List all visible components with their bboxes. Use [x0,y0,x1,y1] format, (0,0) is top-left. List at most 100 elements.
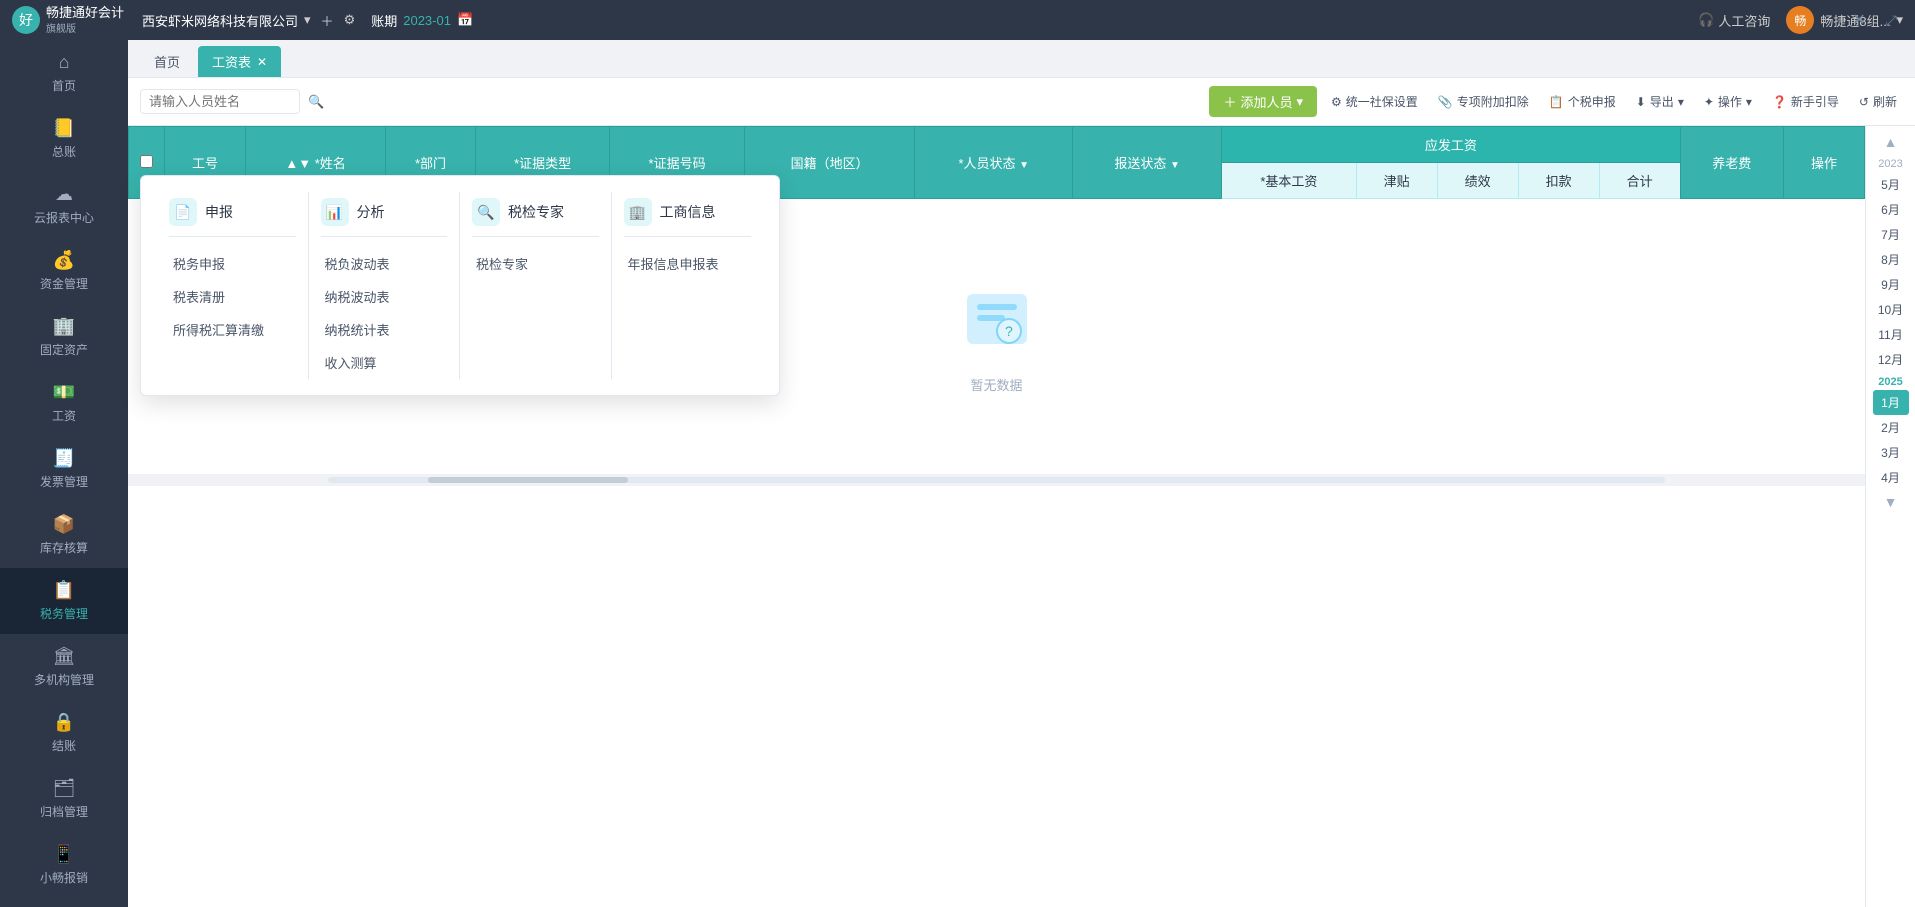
timeline-month-2023-12[interactable]: 12月 [1873,347,1909,372]
col-pension: 养老费 [1680,127,1783,199]
service-btn[interactable]: 🎧 人工咨询 [1698,11,1770,30]
tab-close-icon[interactable]: ✕ [257,55,267,69]
menu-item-income-calc[interactable]: 收入测算 [321,346,448,379]
sidebar-item-fixed-assets[interactable]: 🏢 固定资产 [0,304,128,370]
menu-item-tax-stats[interactable]: 纳税统计表 [321,313,448,346]
sidebar-item-home[interactable]: ⌂ 首页 [0,40,128,106]
timeline-panel: ▲ 2023 5月 6月 7月 8月 9月 10月 11月 12月 2025 1… [1865,126,1915,907]
menu-item-tax-declare[interactable]: 税务申报 [169,247,296,280]
timeline-month-2023-6[interactable]: 6月 [1873,197,1909,222]
sidebar-item-xiaochang[interactable]: 📱 小畅报销 [0,832,128,898]
col-performance: 绩效 [1437,163,1518,199]
building-icon: 🏢 [53,316,75,337]
timeline-month-2023-7[interactable]: 7月 [1873,222,1909,247]
calendar-icon[interactable]: 📅 [457,12,473,28]
sidebar-item-basic[interactable]: ⚙ 基础设置 [0,898,128,907]
menu-item-tax-table-clear[interactable]: 税表清册 [169,280,296,313]
sidebar-item-ledger[interactable]: 📒 总账 [0,106,128,172]
menu-item-tax-burden[interactable]: 税负波动表 [321,247,448,280]
period-value[interactable]: 2023-01 [403,13,451,28]
timeline-month-2023-9[interactable]: 9月 [1873,272,1909,297]
empty-icon: ? [957,279,1037,359]
add-employee-button[interactable]: ＋ 添加人员 ▾ [1209,86,1317,117]
add-company-icon[interactable]: ＋ [321,11,334,30]
sidebar-item-label: 结账 [52,737,76,754]
tab-home[interactable]: 首页 [140,46,194,77]
sidebar: ⌂ 首页 📒 总账 ☁ 云报表中心 💰 资金管理 🏢 固定资产 💵 工资 🧾 发… [0,40,128,907]
empty-text: 暂无数据 [970,375,1022,394]
sidebar-item-archive[interactable]: 🗂 归档管理 [0,766,128,832]
headset-icon: 🎧 [1698,12,1714,28]
export-icon: ⬇ [1636,95,1646,109]
deduction-icon: 📎 [1438,95,1453,109]
timeline-month-2023-5[interactable]: 5月 [1873,172,1909,197]
archive-icon: 🗂 [53,778,76,799]
toolbar: 🔍 ＋ 添加人员 ▾ ⚙ 统一社保设置 📎 专项附加扣除 📋 个税申报 ⬇ 导出 [128,78,1915,126]
sidebar-item-payroll[interactable]: 💵 工资 [0,370,128,436]
window-close-button[interactable]: ✕ [1846,8,1871,32]
sidebar-item-label: 资金管理 [40,275,88,292]
timeline-month-2024-3[interactable]: 3月 [1873,440,1909,465]
inventory-icon: 📦 [53,514,75,535]
tax-dropdown-menu: 📄 申报 税务申报 税表清册 所得税汇算清缴 📊 分析 税负波动表 纳税波动表 … [140,175,780,396]
scrollbar-thumb[interactable] [428,477,628,483]
user-avatar: 畅 [1786,6,1814,34]
refresh-btn[interactable]: ↺ 刷新 [1853,89,1903,114]
timeline-month-2024-1[interactable]: 1月 [1873,390,1909,415]
timeline-month-2023-10[interactable]: 10月 [1873,297,1909,322]
add-icon: ＋ [1223,92,1236,111]
scrollbar-track[interactable] [328,477,1665,483]
timeline-month-2024-4[interactable]: 4月 [1873,465,1909,490]
app-name: 畅捷通好会计 [46,5,124,21]
guide-btn[interactable]: ❓ 新手引导 [1766,89,1845,114]
menu-section-business-info: 🏢 工商信息 年报信息申报表 [612,192,764,379]
timeline-month-2023-8[interactable]: 8月 [1873,247,1909,272]
timeline-month-2024-2[interactable]: 2月 [1873,415,1909,440]
company-settings-icon[interactable]: ⚙ [344,12,356,28]
timeline-down-nav[interactable]: ▼ [1880,490,1902,514]
sidebar-item-invoice[interactable]: 🧾 发票管理 [0,436,128,502]
sidebar-item-tax[interactable]: 📋 税务管理 [0,568,128,634]
operations-btn[interactable]: ✦ 操作 ▾ [1698,89,1758,114]
window-expand-button[interactable]: ⤢ [1880,8,1903,32]
sidebar-item-closing[interactable]: 🔒 结账 [0,700,128,766]
add-dropdown-icon: ▾ [1296,94,1303,110]
menu-item-income-tax-calc[interactable]: 所得税汇算清缴 [169,313,296,346]
tab-bar: 首页 工资表 ✕ [128,40,1915,78]
col-actions: 操作 [1783,127,1864,199]
sidebar-item-inventory[interactable]: 📦 库存核算 [0,502,128,568]
tax-return-btn[interactable]: 📋 个税申报 [1543,89,1622,114]
guide-circle-icon: ❓ [1772,95,1787,109]
select-all-checkbox[interactable] [140,155,153,168]
special-deduction-btn[interactable]: 📎 专项附加扣除 [1432,89,1535,114]
timeline-month-2023-11[interactable]: 11月 [1873,322,1909,347]
search-icon[interactable]: 🔍 [308,94,324,110]
menu-item-annual-report[interactable]: 年报信息申报表 [624,247,752,280]
window-controls: ✕ ⤢ [1846,8,1903,32]
logo-area: 好 畅捷通好会计 旗舰版 [12,5,132,36]
sidebar-item-label: 首页 [52,77,76,94]
top-bar: 好 畅捷通好会计 旗舰版 西安虾米网络科技有限公司 ▾ ＋ ⚙ 账期 2023-… [0,0,1915,40]
sidebar-item-multi-org[interactable]: 🏛 多机构管理 [0,634,128,700]
timeline-up-nav[interactable]: ▲ [1880,130,1902,154]
export-btn[interactable]: ⬇ 导出 ▾ [1630,89,1690,114]
menu-item-tax-fluctuation[interactable]: 纳税波动表 [321,280,448,313]
cloud-icon: ☁ [55,184,73,205]
business-icon: 🏢 [624,198,652,226]
sidebar-item-cloud-report[interactable]: ☁ 云报表中心 [0,172,128,238]
export-dropdown-icon: ▾ [1678,95,1684,109]
company-dropdown-icon[interactable]: ▾ [304,12,311,28]
sidebar-item-label: 小畅报销 [40,869,88,886]
social-security-btn[interactable]: ⚙ 统一社保设置 [1325,89,1424,114]
tab-payroll[interactable]: 工资表 ✕ [198,46,281,77]
search-input[interactable] [140,89,300,114]
analysis-icon: 📊 [321,198,349,226]
tab-payroll-label: 工资表 [212,52,251,71]
menu-item-tax-check[interactable]: 税检专家 [472,247,599,280]
sidebar-item-fund[interactable]: 💰 资金管理 [0,238,128,304]
business-info-header: 🏢 工商信息 [624,192,752,237]
menu-section-analysis: 📊 分析 税负波动表 纳税波动表 纳税统计表 收入测算 [309,192,461,379]
period-label: 账期 [371,11,397,30]
tab-home-label: 首页 [154,55,180,70]
sidebar-item-label: 云报表中心 [34,209,94,226]
